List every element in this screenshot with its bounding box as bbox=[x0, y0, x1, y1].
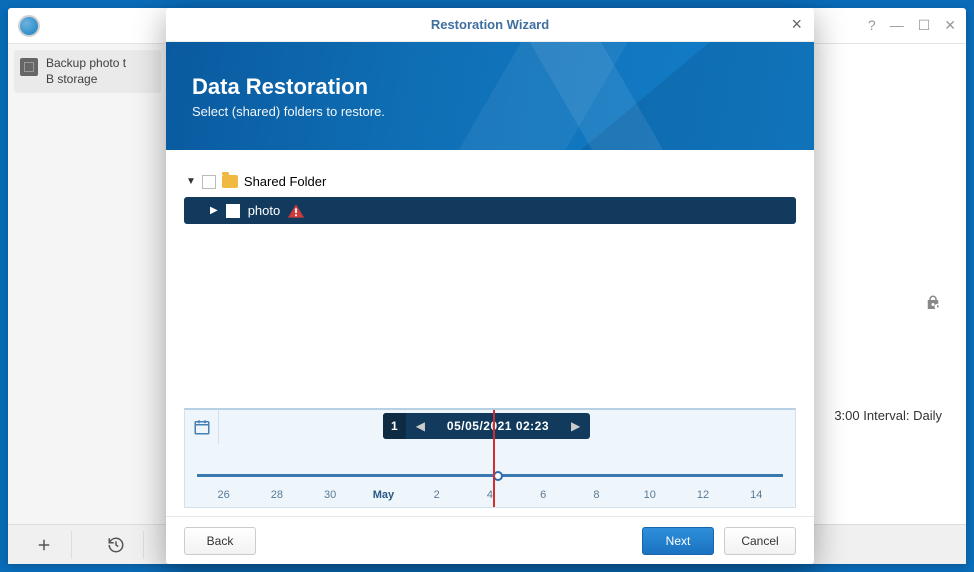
lock-icon[interactable] bbox=[924, 294, 942, 317]
timeline-needle bbox=[493, 410, 495, 507]
task-item[interactable]: Backup photo t B storage bbox=[14, 50, 161, 93]
app-icon bbox=[18, 15, 40, 37]
tl-label: 10 bbox=[623, 489, 676, 501]
folder-icon bbox=[222, 175, 238, 188]
window-controls: ? — ☐ ✕ bbox=[868, 17, 956, 34]
folder-tree: ▼ Shared Folder ▶ photo bbox=[184, 174, 796, 224]
add-button[interactable] bbox=[16, 531, 72, 559]
tl-label: 12 bbox=[676, 489, 729, 501]
sidebar: Backup photo t B storage bbox=[8, 44, 168, 524]
prev-version-button[interactable]: ◀ bbox=[406, 413, 435, 439]
tl-label: 2 bbox=[410, 489, 463, 501]
dialog-header: Data Restoration Select (shared) folders… bbox=[166, 42, 814, 150]
next-version-button[interactable]: ▶ bbox=[561, 413, 590, 439]
timeline-selector: 1 ◀ 05/05/2021 02:23 ▶ bbox=[383, 413, 590, 439]
tl-label: 8 bbox=[570, 489, 623, 501]
schedule-text: 3:00 Interval: Daily bbox=[834, 408, 942, 423]
task-line-1: Backup photo t bbox=[46, 56, 126, 72]
tl-label: 6 bbox=[517, 489, 570, 501]
minimize-icon[interactable]: — bbox=[890, 17, 904, 34]
tl-label: 14 bbox=[730, 489, 783, 501]
warning-icon bbox=[288, 204, 304, 218]
tree-root-row[interactable]: ▼ Shared Folder bbox=[186, 174, 796, 189]
restoration-wizard-dialog: Restoration Wizard × Data Restoration Se… bbox=[166, 8, 814, 564]
dialog-close-icon[interactable]: × bbox=[791, 14, 802, 35]
close-icon[interactable]: ✕ bbox=[944, 17, 956, 34]
child-checkbox[interactable] bbox=[226, 204, 240, 218]
task-icon bbox=[20, 58, 38, 76]
calendar-button[interactable] bbox=[185, 410, 219, 444]
tl-label: 4 bbox=[463, 489, 516, 501]
dialog-subtitle: Select (shared) folders to restore. bbox=[192, 104, 788, 119]
collapse-icon[interactable]: ▼ bbox=[186, 176, 196, 187]
timeline-track[interactable] bbox=[197, 474, 783, 477]
history-button[interactable] bbox=[88, 531, 144, 559]
dialog-footer: Back Next Cancel bbox=[166, 516, 814, 564]
root-checkbox[interactable] bbox=[202, 175, 216, 189]
back-button[interactable]: Back bbox=[184, 527, 256, 555]
tl-label: 30 bbox=[304, 489, 357, 501]
dialog-content: ▼ Shared Folder ▶ photo 1 ◀ 0 bbox=[166, 150, 814, 516]
tl-label-month: May bbox=[357, 489, 410, 501]
next-button[interactable]: Next bbox=[642, 527, 714, 555]
version-datetime: 05/05/2021 02:23 bbox=[435, 419, 561, 433]
version-count: 1 bbox=[383, 413, 406, 439]
help-icon[interactable]: ? bbox=[868, 17, 876, 34]
expand-icon[interactable]: ▶ bbox=[210, 205, 218, 216]
timeline-labels: 26 28 30 May 2 4 6 8 10 12 14 bbox=[197, 489, 783, 501]
cancel-button[interactable]: Cancel bbox=[724, 527, 796, 555]
tl-label: 26 bbox=[197, 489, 250, 501]
maximize-icon[interactable]: ☐ bbox=[918, 17, 931, 34]
dialog-titlebar: Restoration Wizard × bbox=[166, 8, 814, 42]
timeline: 1 ◀ 05/05/2021 02:23 ▶ 26 28 30 May 2 4 … bbox=[184, 408, 796, 508]
dialog-window-title: Restoration Wizard bbox=[431, 17, 549, 32]
tl-label: 28 bbox=[250, 489, 303, 501]
child-label: photo bbox=[248, 203, 281, 218]
task-line-2: B storage bbox=[46, 72, 126, 88]
timeline-top: 1 ◀ 05/05/2021 02:23 ▶ bbox=[185, 410, 795, 444]
dialog-title: Data Restoration bbox=[192, 74, 788, 100]
task-text: Backup photo t B storage bbox=[46, 56, 126, 87]
tree-child-row[interactable]: ▶ photo bbox=[184, 197, 796, 224]
root-label: Shared Folder bbox=[244, 174, 326, 189]
